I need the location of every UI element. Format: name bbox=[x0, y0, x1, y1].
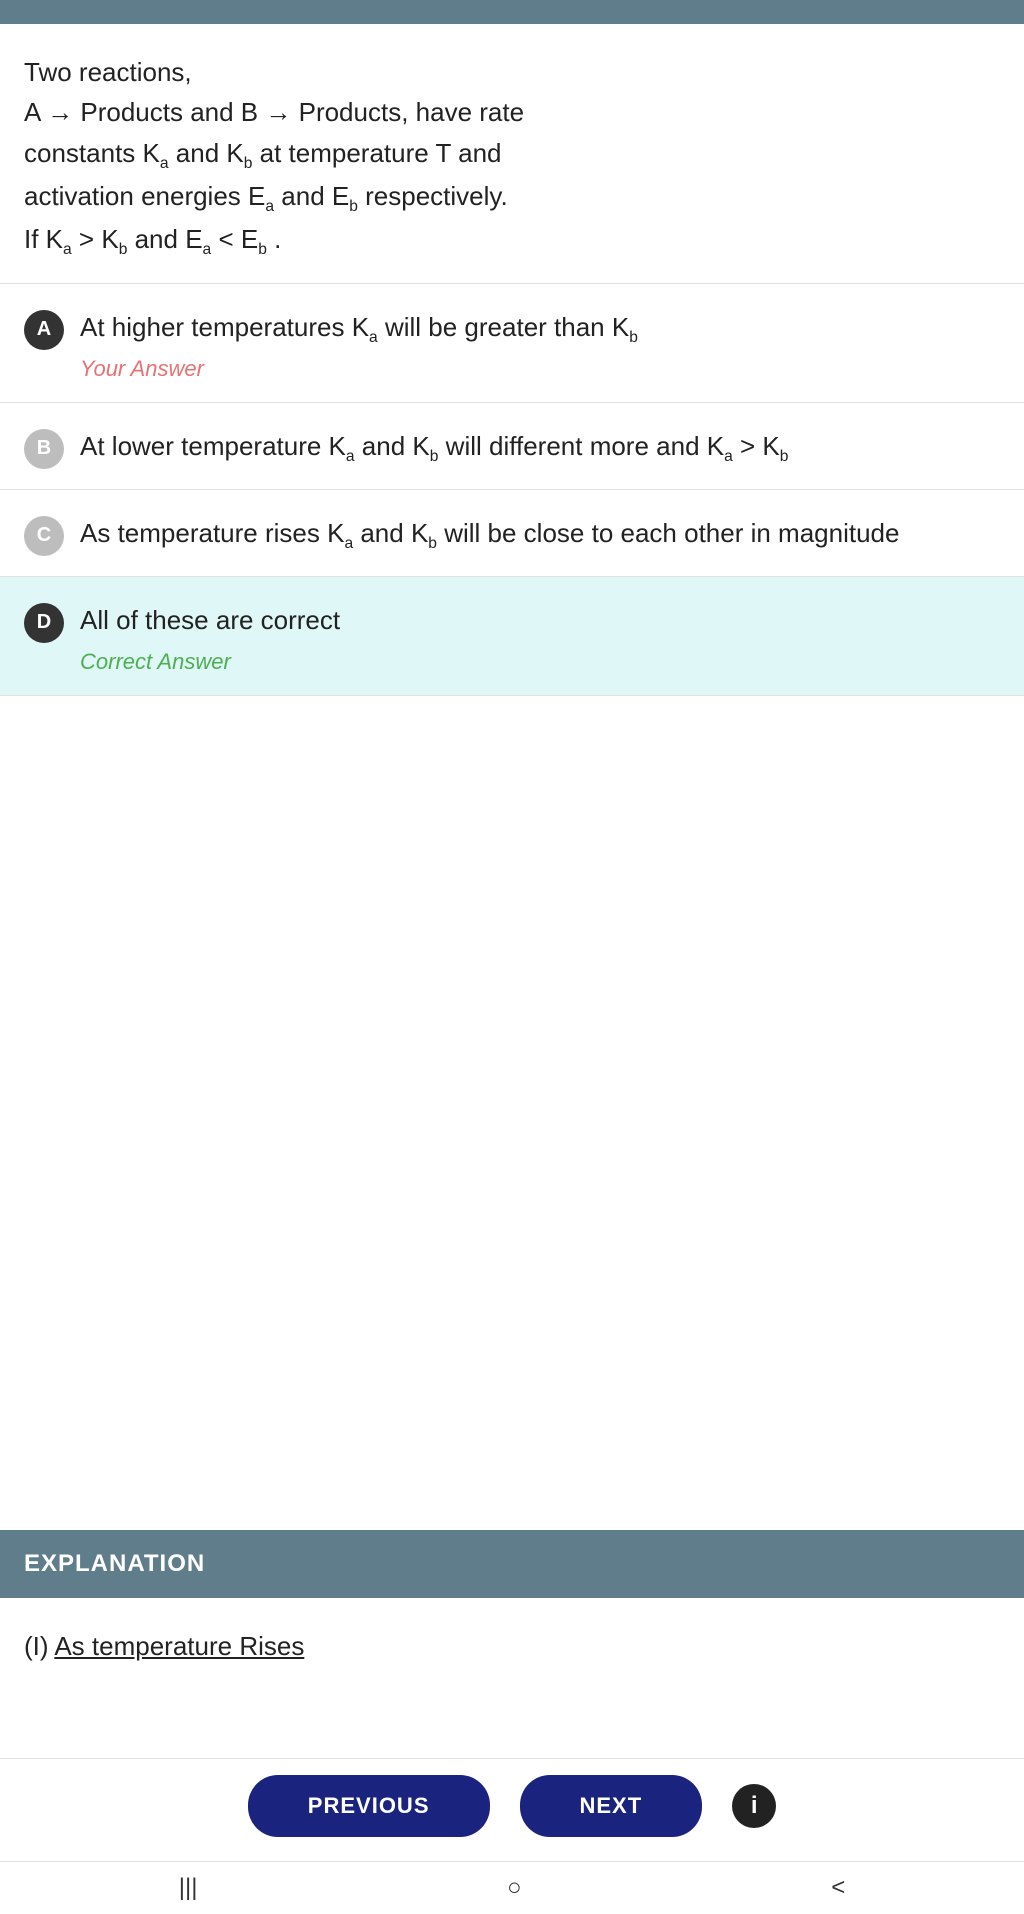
option-c-text: As temperature rises Ka and Kb will be c… bbox=[80, 514, 1000, 556]
explanation-header: EXPLANATION bbox=[0, 1530, 1024, 1598]
option-d[interactable]: D All of these are correct Correct Answe… bbox=[0, 577, 1024, 696]
explanation-text: (I) As temperature Rises bbox=[24, 1626, 1000, 1668]
explanation-link: As temperature Rises bbox=[54, 1631, 304, 1661]
options-container: A At higher temperatures Ka will be grea… bbox=[0, 284, 1024, 1530]
correct-answer-label: Correct Answer bbox=[80, 649, 1000, 675]
question-line-1: Two reactions, bbox=[24, 52, 1000, 92]
option-b[interactable]: B At lower temperature Ka and Kb will di… bbox=[0, 403, 1024, 490]
explanation-title: EXPLANATION bbox=[24, 1550, 1000, 1578]
option-a-row: A At higher temperatures Ka will be grea… bbox=[24, 308, 1000, 350]
option-b-row: B At lower temperature Ka and Kb will di… bbox=[24, 427, 1000, 469]
question-text: Two reactions, A → Products and B → Prod… bbox=[24, 52, 1000, 263]
badge-c: C bbox=[24, 516, 64, 556]
question-line-4: activation energies Ea and Eb respective… bbox=[24, 176, 1000, 219]
arrow1-icon: → bbox=[47, 97, 73, 127]
option-a-text: At higher temperatures Ka will be greate… bbox=[80, 308, 1000, 350]
bottom-nav: PREVIOUS NEXT i bbox=[0, 1758, 1024, 1861]
question-line-3: constants Ka and Kb at temperature T and bbox=[24, 133, 1000, 176]
status-bar bbox=[0, 0, 1024, 24]
your-answer-label: Your Answer bbox=[80, 356, 1000, 382]
home-icon[interactable]: ○ bbox=[507, 1874, 522, 1902]
option-b-text: At lower temperature Ka and Kb will diff… bbox=[80, 427, 1000, 469]
question-block: Two reactions, A → Products and B → Prod… bbox=[0, 24, 1024, 284]
question-line-2: A → Products and B → Products, have rate bbox=[24, 92, 1000, 132]
next-button[interactable]: NEXT bbox=[520, 1775, 703, 1837]
option-a[interactable]: A At higher temperatures Ka will be grea… bbox=[0, 284, 1024, 403]
explanation-body: (I) As temperature Rises bbox=[0, 1598, 1024, 1758]
question-line-5: If Ka > Kb and Ea < Eb . bbox=[24, 219, 1000, 262]
option-d-row: D All of these are correct bbox=[24, 601, 1000, 643]
info-icon[interactable]: i bbox=[732, 1784, 776, 1828]
badge-b: B bbox=[24, 429, 64, 469]
system-bar: ||| ○ < bbox=[0, 1861, 1024, 1914]
previous-button[interactable]: PREVIOUS bbox=[248, 1775, 490, 1837]
arrow2-icon: → bbox=[265, 97, 291, 127]
option-d-text: All of these are correct bbox=[80, 601, 1000, 640]
option-c-row: C As temperature rises Ka and Kb will be… bbox=[24, 514, 1000, 556]
back-icon[interactable]: ||| bbox=[179, 1874, 198, 1902]
badge-d: D bbox=[24, 603, 64, 643]
recent-icon[interactable]: < bbox=[831, 1874, 845, 1902]
option-c[interactable]: C As temperature rises Ka and Kb will be… bbox=[0, 490, 1024, 577]
badge-a: A bbox=[24, 310, 64, 350]
